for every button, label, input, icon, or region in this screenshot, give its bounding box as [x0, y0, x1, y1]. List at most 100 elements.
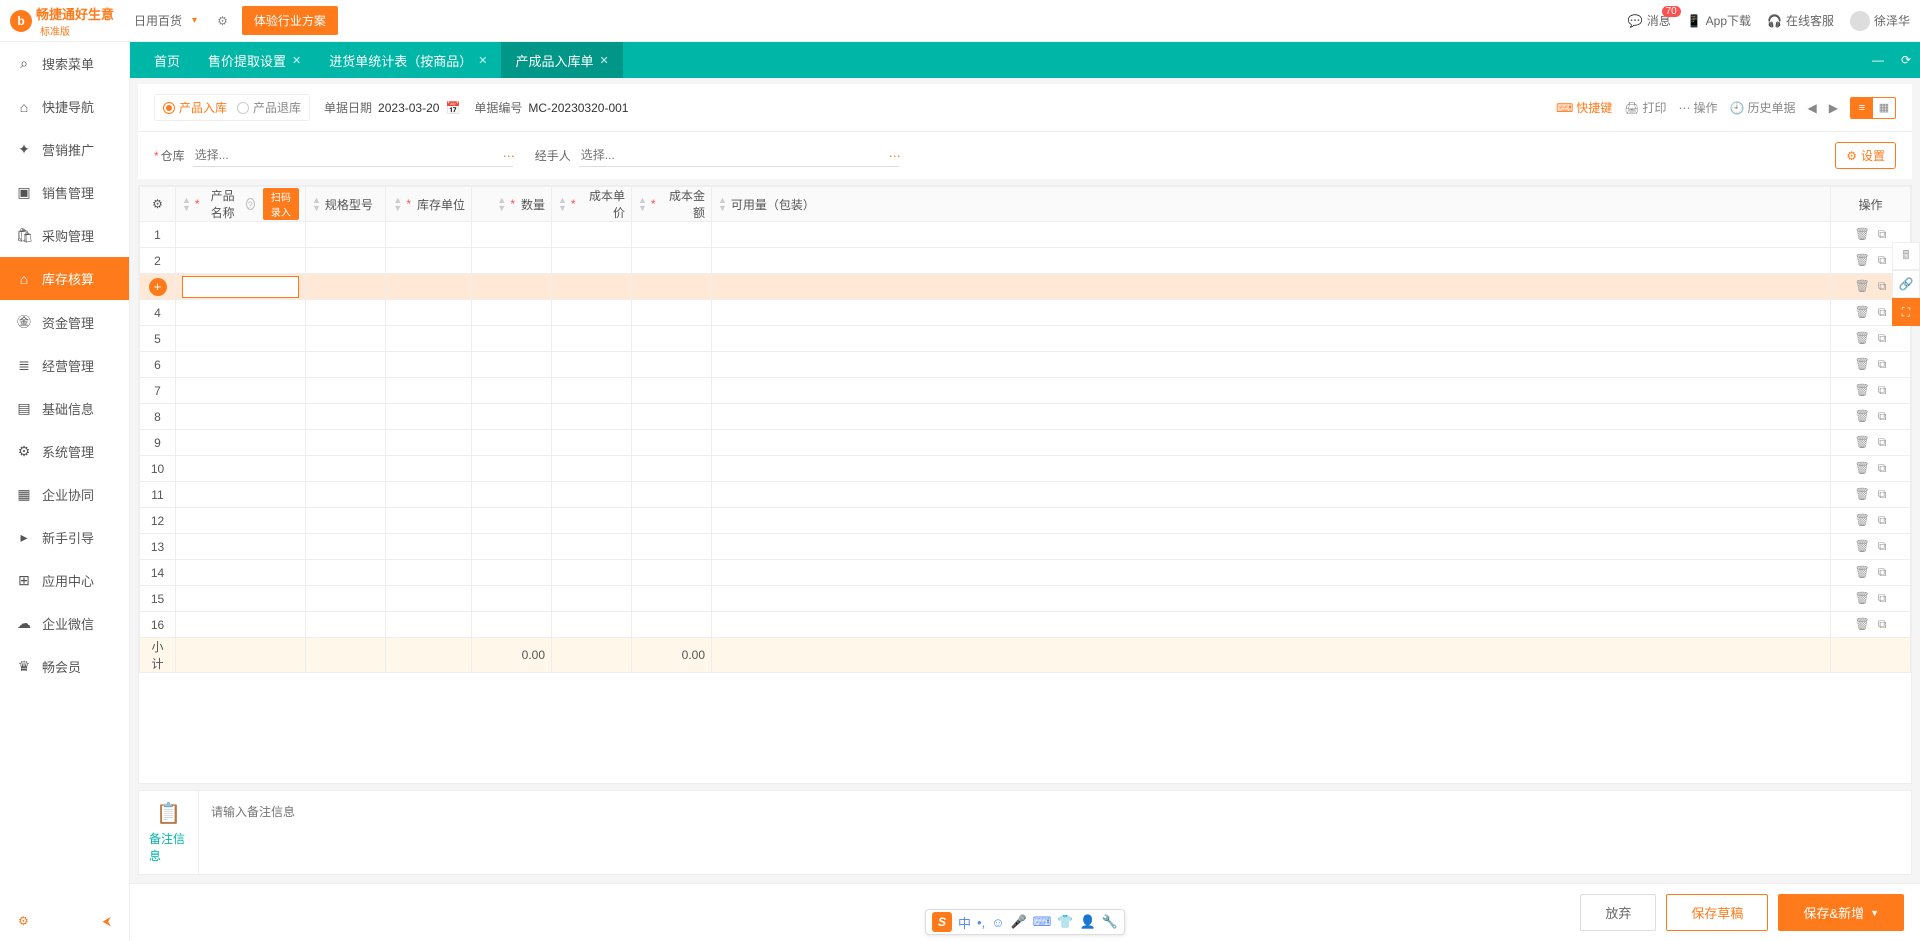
col-qty[interactable]: 数量: [521, 196, 545, 213]
copy-icon[interactable]: ⧉: [1878, 461, 1887, 475]
product-name-input[interactable]: [182, 276, 299, 298]
ime-user-icon[interactable]: 👤: [1080, 914, 1096, 930]
tab-2[interactable]: 进货单统计表（按商品）✕: [315, 42, 501, 78]
view-card[interactable]: ▦: [1873, 98, 1895, 118]
ime-lang-icon[interactable]: 中: [958, 913, 971, 932]
rail-link[interactable]: 🔗: [1892, 270, 1920, 298]
ime-keyboard-icon[interactable]: ⌨: [1033, 914, 1052, 930]
sidebar-item-3[interactable]: ▣销售管理: [0, 171, 129, 214]
col-amount[interactable]: 成本金额: [662, 187, 705, 221]
sidebar-item-8[interactable]: ▤基础信息: [0, 387, 129, 430]
tab-refresh[interactable]: ⟳: [1892, 42, 1920, 78]
sidebar-item-5[interactable]: ⌂库存核算: [0, 257, 129, 300]
table-row[interactable]: 8🗑⧉: [140, 404, 1911, 430]
copy-icon[interactable]: ⧉: [1878, 513, 1887, 527]
ime-skin-icon[interactable]: 👕: [1057, 914, 1073, 930]
tab-1[interactable]: 售价提取设置✕: [194, 42, 315, 78]
ime-mic-icon[interactable]: 🎤: [1010, 914, 1026, 930]
table-row[interactable]: 10🗑⧉: [140, 456, 1911, 482]
ime-toolbar[interactable]: S 中 •, ☺ 🎤 ⌨ 👕 👤 🔧: [925, 909, 1125, 935]
service-link[interactable]: 🎧 在线客服: [1767, 12, 1834, 29]
copy-icon[interactable]: ⧉: [1878, 539, 1887, 553]
delete-icon[interactable]: 🗑: [1855, 513, 1870, 527]
table-row[interactable]: 13🗑⧉: [140, 534, 1911, 560]
sidebar-item-10[interactable]: ▦企业协同: [0, 473, 129, 516]
sidebar-item-4[interactable]: 🛍采购管理: [0, 214, 129, 257]
table-row[interactable]: +🗑⧉: [140, 274, 1911, 300]
operate-link[interactable]: ⋯ 操作: [1679, 99, 1718, 116]
delete-icon[interactable]: 🗑: [1855, 565, 1870, 579]
collapse-icon[interactable]: ⮜: [102, 914, 111, 929]
table-row[interactable]: 15🗑⧉: [140, 586, 1911, 612]
col-spec[interactable]: 规格型号: [325, 196, 373, 213]
delete-icon[interactable]: 🗑: [1855, 591, 1870, 605]
delete-icon[interactable]: 🗑: [1855, 305, 1870, 319]
date-value[interactable]: 2023-03-20: [378, 101, 439, 115]
delete-icon[interactable]: 🗑: [1855, 227, 1870, 241]
tab-0[interactable]: 首页: [140, 42, 194, 78]
copy-icon[interactable]: ⧉: [1878, 591, 1887, 605]
download-link[interactable]: 📱 App下载: [1687, 12, 1751, 29]
copy-icon[interactable]: ⧉: [1878, 617, 1887, 631]
warehouse-picker-icon[interactable]: ⋯: [503, 149, 515, 163]
prev-doc[interactable]: ◀: [1808, 101, 1817, 115]
view-list[interactable]: ≡: [1851, 98, 1873, 118]
delete-icon[interactable]: 🗑: [1855, 357, 1870, 371]
col-unit[interactable]: 库存单位: [417, 196, 465, 213]
sidebar-item-13[interactable]: ☁企业微信: [0, 602, 129, 645]
copy-icon[interactable]: ⧉: [1878, 253, 1887, 267]
help-icon[interactable]: ?: [246, 198, 255, 210]
doc-type-1[interactable]: 产品退库: [237, 99, 301, 116]
table-row[interactable]: 7🗑⧉: [140, 378, 1911, 404]
delete-icon[interactable]: 🗑: [1855, 435, 1870, 449]
ime-tool-icon[interactable]: 🔧: [1102, 914, 1118, 930]
copy-icon[interactable]: ⧉: [1878, 357, 1887, 371]
delete-icon[interactable]: 🗑: [1855, 617, 1870, 631]
settings-button[interactable]: ⚙ 设置: [1835, 142, 1896, 169]
copy-icon[interactable]: ⧉: [1878, 487, 1887, 501]
sidebar-item-11[interactable]: ▸新手引导: [0, 516, 129, 559]
sidebar-item-12[interactable]: ⊞应用中心: [0, 559, 129, 602]
table-row[interactable]: 5🗑⧉: [140, 326, 1911, 352]
sidebar-item-9[interactable]: ⚙系统管理: [0, 430, 129, 473]
delete-icon[interactable]: 🗑: [1855, 461, 1870, 475]
user-menu[interactable]: 徐泽华: [1850, 11, 1910, 31]
table-row[interactable]: 9🗑⧉: [140, 430, 1911, 456]
remark-input[interactable]: [199, 791, 1911, 849]
delete-icon[interactable]: 🗑: [1855, 539, 1870, 553]
col-settings[interactable]: ⚙: [140, 187, 176, 222]
gear-icon[interactable]: ⚙: [217, 14, 228, 28]
copy-icon[interactable]: ⧉: [1878, 279, 1887, 293]
table-row[interactable]: 11🗑⧉: [140, 482, 1911, 508]
copy-icon[interactable]: ⧉: [1878, 383, 1887, 397]
table-row[interactable]: 16🗑⧉: [140, 612, 1911, 638]
col-name[interactable]: 产品名称: [206, 187, 240, 221]
rail-expand[interactable]: ⛶: [1892, 298, 1920, 326]
table-row[interactable]: 4🗑⧉: [140, 300, 1911, 326]
copy-icon[interactable]: ⧉: [1878, 305, 1887, 319]
ime-dot-icon[interactable]: •,: [977, 915, 985, 930]
delete-icon[interactable]: 🗑: [1855, 409, 1870, 423]
save-draft-button[interactable]: 保存草稿: [1666, 894, 1768, 931]
history-link[interactable]: 🕘 历史单据: [1730, 99, 1796, 116]
ime-smile-icon[interactable]: ☺: [991, 915, 1004, 930]
copy-icon[interactable]: ⧉: [1878, 331, 1887, 345]
sidebar-item-7[interactable]: ≣经营管理: [0, 344, 129, 387]
close-icon[interactable]: ✕: [600, 54, 609, 67]
rail-calc[interactable]: 🖩: [1892, 242, 1920, 270]
scan-badge[interactable]: 扫码录入: [263, 188, 299, 220]
delete-icon[interactable]: 🗑: [1855, 487, 1870, 501]
warehouse-input[interactable]: [193, 144, 513, 167]
col-price[interactable]: 成本单价: [582, 187, 625, 221]
close-icon[interactable]: ✕: [292, 54, 301, 67]
handler-picker-icon[interactable]: ⋯: [889, 149, 901, 163]
sidebar-item-2[interactable]: ✦营销推广: [0, 128, 129, 171]
settings-icon[interactable]: ⚙: [18, 914, 29, 929]
delete-icon[interactable]: 🗑: [1855, 253, 1870, 267]
discard-button[interactable]: 放弃: [1580, 894, 1656, 931]
next-doc[interactable]: ▶: [1829, 101, 1838, 115]
doc-type-0[interactable]: 产品入库: [163, 99, 227, 116]
cta-button[interactable]: 体验行业方案: [242, 6, 338, 35]
tab-minimize[interactable]: —: [1864, 42, 1892, 78]
sidebar-item-14[interactable]: ♛畅会员: [0, 645, 129, 688]
